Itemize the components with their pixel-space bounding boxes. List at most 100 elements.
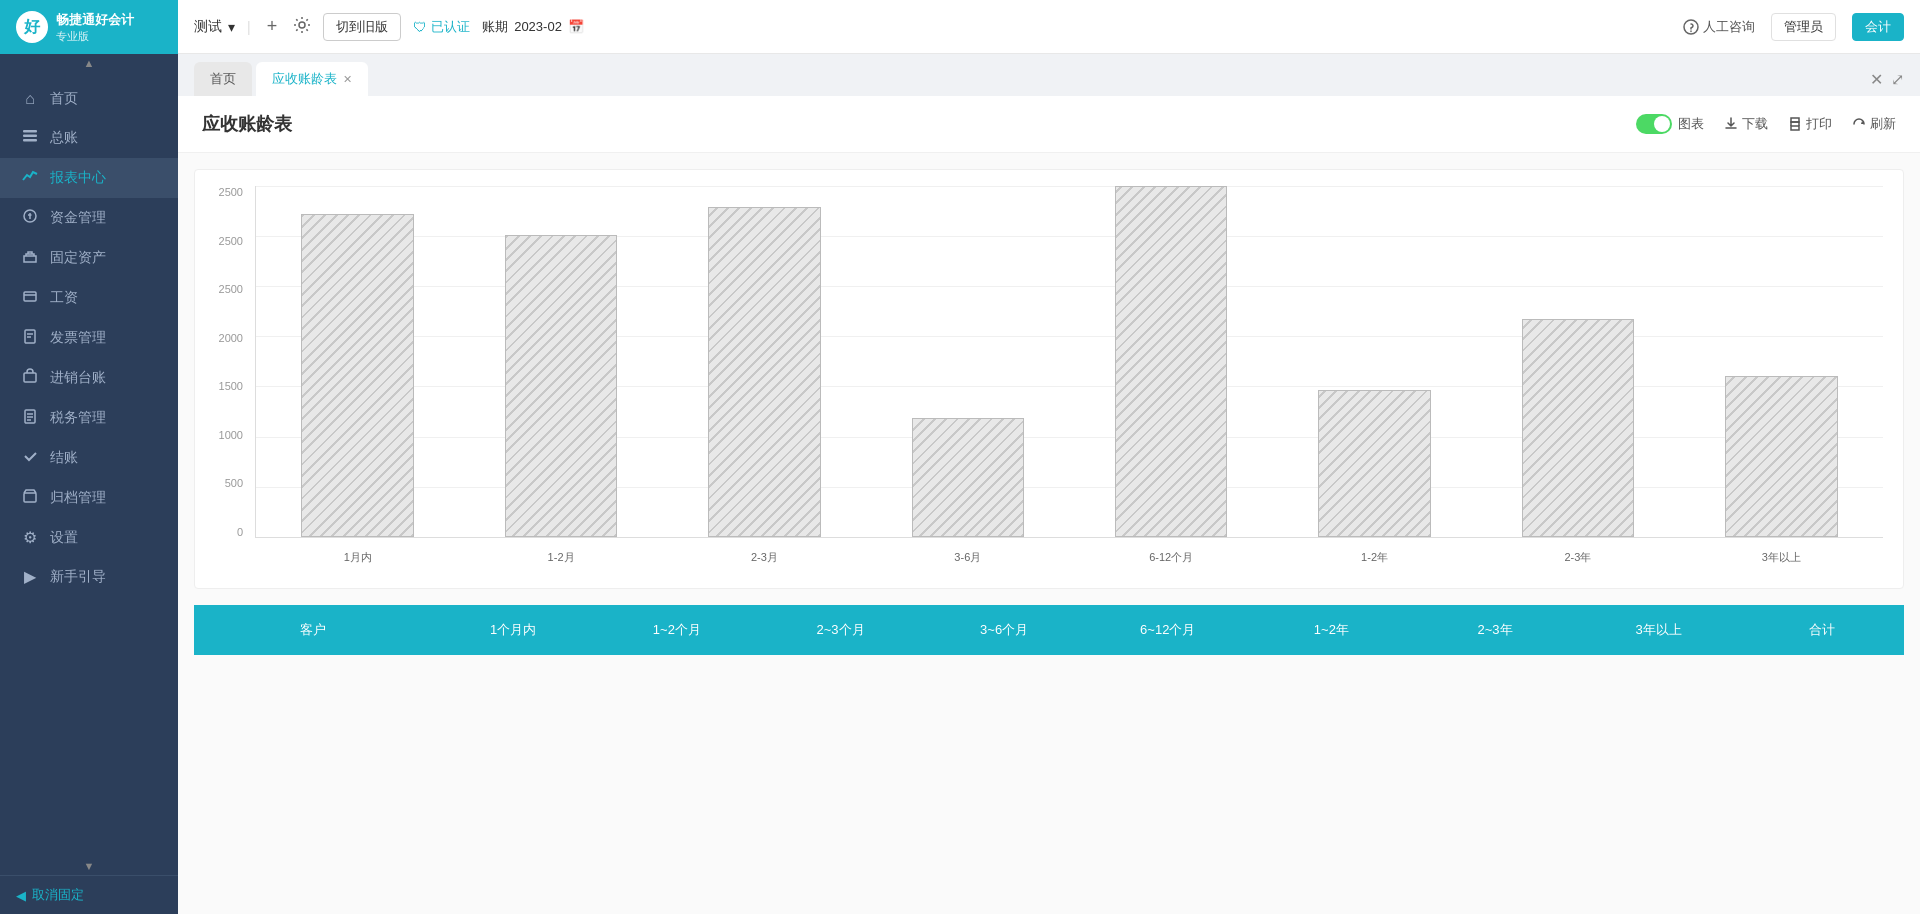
sidebar-item-label: 发票管理 <box>50 329 106 347</box>
page-actions: 图表 下载 打印 刷新 <box>1636 114 1896 134</box>
tax-icon <box>20 408 40 428</box>
close-tab-button[interactable]: ✕ <box>1870 70 1883 89</box>
manager-button[interactable]: 管理员 <box>1771 13 1836 41</box>
sidebar-item-guide[interactable]: ▶ 新手引导 <box>0 557 178 596</box>
y-label-2000: 2000 <box>219 332 243 344</box>
sidebar-item-label: 固定资产 <box>50 249 106 267</box>
invoice-icon <box>20 328 40 348</box>
bar-label-6: 1-2年 <box>1361 550 1388 565</box>
bar-1 <box>301 214 413 537</box>
accountant-button[interactable]: 会计 <box>1852 13 1904 41</box>
th-1-2year: 1~2年 <box>1250 605 1414 655</box>
chart-plot: 1月内 1-2月 2-3月 <box>255 186 1883 538</box>
page-title: 应收账龄表 <box>202 112 292 136</box>
cancel-fixed-icon: ◀ <box>16 888 26 903</box>
tab-home[interactable]: 首页 <box>194 62 252 96</box>
svg-rect-12 <box>1791 126 1799 130</box>
bar-2 <box>505 235 617 537</box>
bar-label-5: 6-12个月 <box>1149 550 1193 565</box>
tab-home-label: 首页 <box>210 70 236 88</box>
switch-to-old-button[interactable]: 切到旧版 <box>323 13 401 41</box>
consultant-button[interactable]: 人工咨询 <box>1683 18 1755 36</box>
sidebar-item-label: 资金管理 <box>50 209 106 227</box>
period-label: 账期 <box>482 18 508 36</box>
chart-toggle[interactable] <box>1636 114 1672 134</box>
bar-label-8: 3年以上 <box>1762 550 1801 565</box>
sidebar-item-label: 设置 <box>50 529 78 547</box>
sidebar-item-settings[interactable]: ⚙ 设置 <box>0 518 178 557</box>
closing-icon <box>20 448 40 468</box>
scroll-down-arrow[interactable]: ▼ <box>0 857 178 875</box>
sidebar-item-sales[interactable]: 进销台账 <box>0 358 178 398</box>
add-project-button[interactable]: + <box>263 12 282 41</box>
topbar: 测试 ▾ | + 切到旧版 🛡 已认证 账期 2023-02 📅 人工咨询 管理… <box>178 0 1920 54</box>
sidebar-item-label: 结账 <box>50 449 78 467</box>
y-label-1000: 1000 <box>219 429 243 441</box>
bar-group-7: 2-3年 <box>1476 186 1679 537</box>
th-total: 合计 <box>1740 605 1904 655</box>
period-value: 2023-02 <box>514 19 562 34</box>
sidebar-item-tax[interactable]: 税务管理 <box>0 398 178 438</box>
tab-ar-aging-label: 应收账龄表 <box>272 70 337 88</box>
bar-group-8: 3年以上 <box>1680 186 1883 537</box>
th-customer: 客户 <box>194 605 431 655</box>
svg-rect-0 <box>23 130 37 133</box>
sidebar-item-salary[interactable]: 工资 <box>0 278 178 318</box>
period-info: 账期 2023-02 📅 <box>482 18 584 36</box>
calendar-icon[interactable]: 📅 <box>568 19 584 34</box>
tab-ar-aging[interactable]: 应收账龄表 ✕ <box>256 62 368 96</box>
sidebar-item-invoice[interactable]: 发票管理 <box>0 318 178 358</box>
th-1month: 1个月内 <box>431 605 595 655</box>
refresh-button[interactable]: 刷新 <box>1852 115 1896 133</box>
svg-rect-2 <box>23 139 37 142</box>
sidebar-item-funds[interactable]: 资金管理 <box>0 198 178 238</box>
bar-label-1: 1月内 <box>344 550 372 565</box>
th-2-3month: 2~3个月 <box>759 605 923 655</box>
y-axis: 2500 2500 2500 2000 1500 1000 500 0 <box>195 186 251 538</box>
topbar-settings-button[interactable] <box>293 16 311 38</box>
tabs-actions: ✕ ⤢ <box>1870 70 1904 89</box>
th-3-6month: 3~6个月 <box>922 605 1086 655</box>
bar-5 <box>1115 186 1227 537</box>
bar-label-3: 2-3月 <box>751 550 778 565</box>
sidebar-item-assets[interactable]: 固定资产 <box>0 238 178 278</box>
ledger-icon <box>20 128 40 148</box>
sidebar-item-label: 报表中心 <box>50 169 106 187</box>
project-selector[interactable]: 测试 ▾ <box>194 18 235 36</box>
sidebar-item-home[interactable]: ⌂ 首页 <box>0 80 178 118</box>
topbar-right: 人工咨询 管理员 会计 <box>1683 13 1904 41</box>
consultant-label: 人工咨询 <box>1703 18 1755 36</box>
svg-rect-13 <box>1791 118 1799 122</box>
th-6-12month: 6~12个月 <box>1086 605 1250 655</box>
bar-group-4: 3-6月 <box>866 186 1069 537</box>
verified-text: 已认证 <box>431 18 470 36</box>
expand-tab-button[interactable]: ⤢ <box>1891 70 1904 89</box>
sidebar-nav: ⌂ 首页 总账 报表中心 资金管理 <box>0 72 178 857</box>
y-label-0: 0 <box>237 526 243 538</box>
tabs-bar: 首页 应收账龄表 ✕ ✕ ⤢ <box>178 54 1920 96</box>
topbar-divider1: | <box>247 19 251 35</box>
download-button[interactable]: 下载 <box>1724 115 1768 133</box>
sidebar-item-label: 进销台账 <box>50 369 106 387</box>
cancel-fixed-label: 取消固定 <box>32 886 84 904</box>
logo-text: 畅捷通好会计 专业版 <box>56 11 134 44</box>
logo-line2: 专业版 <box>56 29 134 44</box>
tab-close-icon[interactable]: ✕ <box>343 73 352 86</box>
svg-rect-7 <box>24 373 36 382</box>
scroll-up-arrow[interactable]: ▲ <box>0 54 178 72</box>
bar-8 <box>1725 376 1837 537</box>
th-2-3year: 2~3年 <box>1413 605 1577 655</box>
sidebar-item-reports[interactable]: 报表中心 <box>0 158 178 198</box>
sidebar-item-archive[interactable]: 归档管理 <box>0 478 178 518</box>
svg-rect-4 <box>24 256 36 262</box>
sidebar-footer[interactable]: ◀ 取消固定 <box>0 875 178 914</box>
sidebar-item-closing[interactable]: 结账 <box>0 438 178 478</box>
settings-icon: ⚙ <box>20 528 40 547</box>
content-area: 应收账龄表 图表 下载 打印 刷新 <box>178 96 1920 914</box>
chart-toggle-group: 图表 <box>1636 114 1704 134</box>
bars-wrapper: 1月内 1-2月 2-3月 <box>256 186 1883 537</box>
print-button[interactable]: 打印 <box>1788 115 1832 133</box>
sidebar-item-ledger[interactable]: 总账 <box>0 118 178 158</box>
logo-icon: 好 <box>16 11 48 43</box>
bar-6 <box>1318 390 1430 537</box>
